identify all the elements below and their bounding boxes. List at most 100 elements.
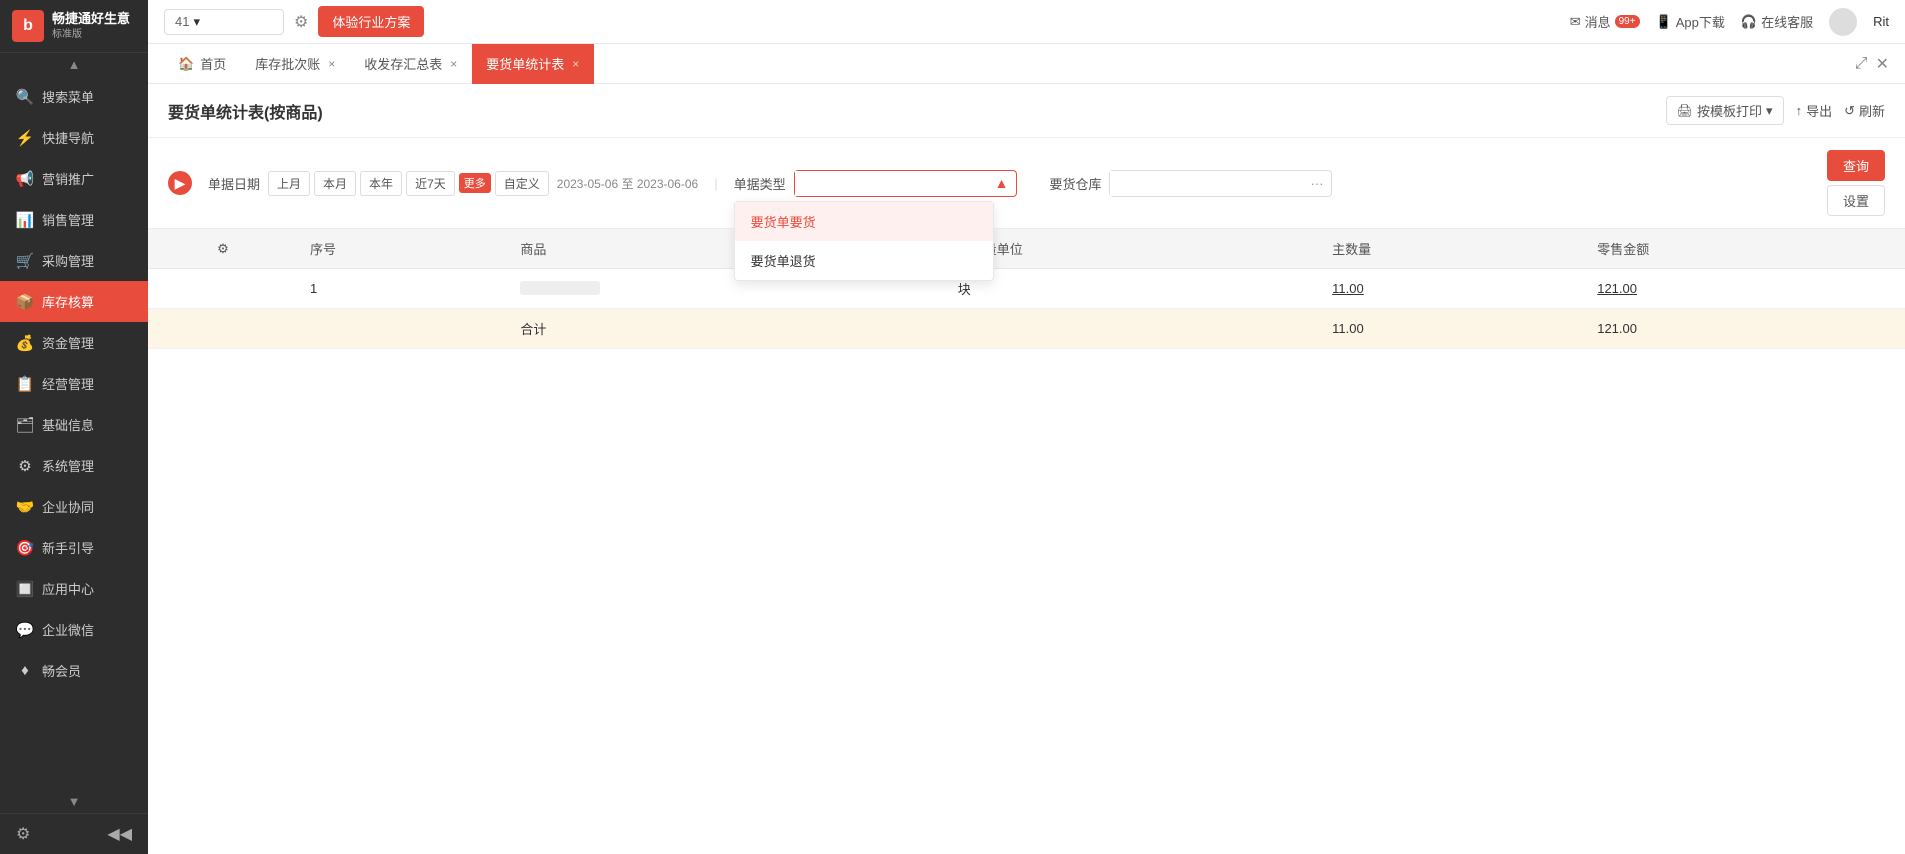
query-btn[interactable]: 查询 xyxy=(1827,150,1885,181)
refresh-icon: ↺ xyxy=(1844,103,1855,119)
sidebar-item-vip[interactable]: ♦ 畅会员 xyxy=(0,650,148,691)
date-last-month-btn[interactable]: 上月 xyxy=(268,171,310,196)
tab-receivable-summary[interactable]: 收发存汇总表 × xyxy=(350,44,472,84)
date-options: 上月 本月 本年 近7天 更多 自定义 xyxy=(268,171,549,196)
type-dropdown-arrow[interactable]: ▲ xyxy=(987,171,1017,195)
target-icon: 🎯 xyxy=(16,539,34,557)
tab-home[interactable]: 🏠 首页 xyxy=(164,44,241,84)
print-icon: 🖨 xyxy=(1677,103,1694,119)
tab-inventory-batch[interactable]: 库存批次账 × xyxy=(241,44,350,84)
topbar-settings-icon[interactable]: ⚙ xyxy=(294,12,308,32)
dropdown-item-order-goods[interactable]: 要货单要货 xyxy=(735,202,993,241)
sidebar-scroll-down[interactable]: ▼ xyxy=(0,790,148,813)
date-7days-btn[interactable]: 近7天 xyxy=(406,171,455,196)
message-action[interactable]: ✉ 消息 99+ xyxy=(1570,12,1640,31)
row-seq: 1 xyxy=(298,269,508,309)
app-download-action[interactable]: 📱 App下载 xyxy=(1656,12,1725,31)
sidebar-item-inventory[interactable]: 📦 库存核算 xyxy=(0,281,148,322)
date-this-year-btn[interactable]: 本年 xyxy=(360,171,402,196)
settings-bottom-icon[interactable]: ⚙ xyxy=(16,824,30,844)
topbar-right: ✉ 消息 99+ 📱 App下载 🎧 在线客服 Rit xyxy=(1570,8,1889,36)
grid-icon: 🔲 xyxy=(16,580,34,598)
sidebar-scroll-up[interactable]: ▲ xyxy=(0,53,148,76)
filter-divider: | xyxy=(714,176,717,191)
print-arrow: ▾ xyxy=(1766,103,1773,119)
type-dropdown-menu: 要货单要货 要货单退货 xyxy=(734,201,994,281)
sidebar-item-search[interactable]: 🔍 搜索菜单 xyxy=(0,76,148,117)
page-header: 要货单统计表(按商品) 🖨 按模板打印 ▾ ↑ 导出 ↺ 刷新 xyxy=(148,84,1905,138)
collapse-sidebar-icon[interactable]: ◀◀ xyxy=(107,824,132,844)
filter-expand-btn[interactable]: ▶ xyxy=(168,171,192,195)
sidebar-item-purchase[interactable]: 🛒 采购管理 xyxy=(0,240,148,281)
sidebar-item-finance[interactable]: 💰 资金管理 xyxy=(0,322,148,363)
sidebar-nav: 🔍 搜索菜单 ⚡ 快捷导航 📢 营销推广 📊 销售管理 🛒 采购管理 📦 库存核… xyxy=(0,76,148,790)
warehouse-group: 要货仓库 ··· xyxy=(1049,170,1332,197)
set-btn[interactable]: 设置 xyxy=(1827,185,1885,216)
type-input-wrapper: ▲ xyxy=(794,170,1018,197)
date-this-month-btn[interactable]: 本月 xyxy=(314,171,356,196)
tab-close-order[interactable]: × xyxy=(572,57,579,71)
page-content: 要货单统计表(按商品) 🖨 按模板打印 ▾ ↑ 导出 ↺ 刷新 xyxy=(148,84,1905,854)
row-unit: 块 xyxy=(946,269,1320,309)
home-icon: 🏠 xyxy=(178,56,194,72)
service-icon: 🎧 xyxy=(1741,14,1757,30)
date-more-badge[interactable]: 更多 xyxy=(459,173,491,193)
tab-order-summary[interactable]: 要货单统计表 × xyxy=(472,44,594,84)
sidebar-item-wechat[interactable]: 💬 企业微信 xyxy=(0,609,148,650)
sidebar-item-shortcut[interactable]: ⚡ 快捷导航 xyxy=(0,117,148,158)
diamond-icon: ♦ xyxy=(16,662,34,680)
sidebar-item-sales[interactable]: 📊 销售管理 xyxy=(0,199,148,240)
print-template-btn[interactable]: 🖨 按模板打印 ▾ xyxy=(1666,96,1784,125)
warehouse-input-wrapper: ··· xyxy=(1109,170,1332,197)
store-selector[interactable]: 41 ▾ xyxy=(164,9,284,35)
tab-close-all-btn[interactable]: ✕ xyxy=(1876,54,1889,74)
online-service-action[interactable]: 🎧 在线客服 xyxy=(1741,12,1813,31)
type-input[interactable] xyxy=(795,171,987,196)
tabbar: 🏠 首页 库存批次账 × 收发存汇总表 × 要货单统计表 × ⤢ ✕ xyxy=(148,44,1905,84)
row-qty: 11.00 xyxy=(1320,269,1585,309)
refresh-btn[interactable]: ↺ 刷新 xyxy=(1844,101,1885,120)
total-amount: 121.00 xyxy=(1585,309,1905,349)
sidebar: b 畅捷通好生意 标准版 ▲ 🔍 搜索菜单 ⚡ 快捷导航 📢 营销推广 📊 销售… xyxy=(0,0,148,854)
warehouse-input[interactable] xyxy=(1110,171,1302,196)
money-icon: 💰 xyxy=(16,334,34,352)
sidebar-item-operations[interactable]: 📋 经营管理 xyxy=(0,363,148,404)
folder-icon: 🗂 xyxy=(16,416,34,434)
megaphone-icon: 📢 xyxy=(16,170,34,188)
sidebar-item-guide[interactable]: 🎯 新手引导 xyxy=(0,527,148,568)
lightning-icon: ⚡ xyxy=(16,129,34,147)
tab-close-receivable[interactable]: × xyxy=(450,57,457,71)
sidebar-bottom: ⚙ ◀◀ xyxy=(0,813,148,854)
date-custom-btn[interactable]: 自定义 xyxy=(495,171,549,196)
filter-row: ▶ 单据日期 上月 本月 本年 近7天 更多 自定义 2023-05-06 至 … xyxy=(168,150,1885,216)
dropdown-item-order-return[interactable]: 要货单退货 xyxy=(735,241,993,280)
sidebar-item-basic[interactable]: 🗂 基础信息 xyxy=(0,404,148,445)
sidebar-item-system[interactable]: ⚙ 系统管理 xyxy=(0,445,148,486)
warehouse-dots-btn[interactable]: ··· xyxy=(1302,172,1331,195)
page-title: 要货单统计表(按商品) xyxy=(168,99,323,123)
sidebar-item-enterprise[interactable]: 🤝 企业协同 xyxy=(0,486,148,527)
user-avatar[interactable] xyxy=(1829,8,1857,36)
search-icon: 🔍 xyxy=(16,88,34,106)
sidebar-item-marketing[interactable]: 📢 营销推广 xyxy=(0,158,148,199)
type-selector-group: 单据类型 ▲ 要货单要货 要货单退货 xyxy=(734,170,1018,197)
date-filter-group: 单据日期 上月 本月 本年 近7天 更多 自定义 2023-05-06 至 20… xyxy=(208,171,698,196)
column-settings-icon[interactable]: ⚙ xyxy=(217,241,229,256)
sidebar-item-appstore[interactable]: 🔲 应用中心 xyxy=(0,568,148,609)
row-settings-cell xyxy=(148,269,298,309)
message-icon: ✉ xyxy=(1570,14,1581,30)
tab-maximize-btn[interactable]: ⤢ xyxy=(1855,55,1868,73)
industry-btn[interactable]: 体验行业方案 xyxy=(318,6,424,37)
table-row: 1 块 11.00 121.00 xyxy=(148,269,1905,309)
tab-close-inventory-batch[interactable]: × xyxy=(328,57,335,71)
data-table: ⚙ 序号 商品 主计量单位 主数量 xyxy=(148,229,1905,349)
main-area: 41 ▾ ⚙ 体验行业方案 ✉ 消息 99+ 📱 App下载 🎧 在线客服 Ri… xyxy=(148,0,1905,854)
col-settings[interactable]: ⚙ xyxy=(148,229,298,269)
box-icon: 📦 xyxy=(16,293,34,311)
total-qty: 11.00 xyxy=(1320,309,1585,349)
export-btn[interactable]: ↑ 导出 xyxy=(1796,101,1833,120)
topbar-left: 41 ▾ ⚙ 体验行业方案 xyxy=(164,6,1558,37)
date-label: 单据日期 xyxy=(208,174,260,193)
product-placeholder xyxy=(520,281,600,295)
col-qty: 主数量 xyxy=(1320,229,1585,269)
